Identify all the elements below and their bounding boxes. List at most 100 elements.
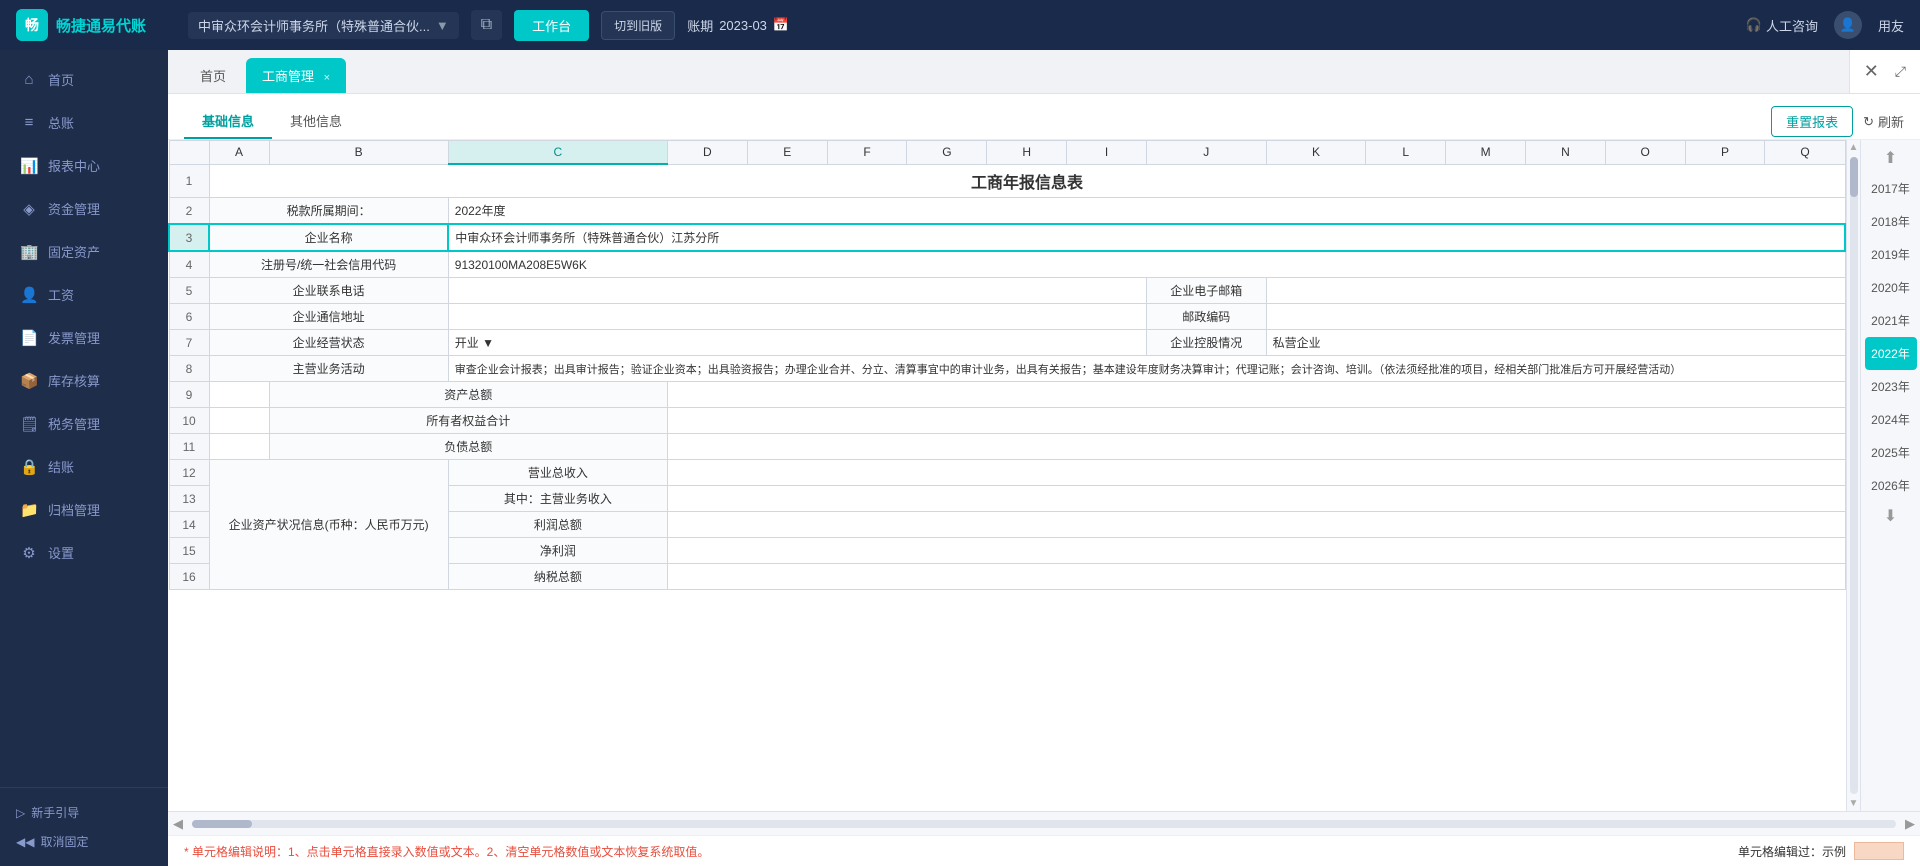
sidebar-item-label: 归档管理 (48, 500, 100, 519)
h-scroll-right-button[interactable]: ▶ (1900, 814, 1920, 834)
equity-value[interactable] (667, 408, 1845, 434)
old-version-button[interactable]: 切到旧版 (601, 11, 675, 40)
support-button[interactable]: 🎧 人工咨询 (1746, 16, 1818, 35)
sidebar-item-archive[interactable]: 📁 归档管理 (0, 488, 168, 531)
sub-tab-actions: 重置报表 ↻ 刷新 (1771, 106, 1904, 137)
sidebar-item-label: 总账 (48, 113, 74, 132)
spreadsheet-container[interactable]: A B C D E F G H I J (168, 140, 1846, 811)
contact-value[interactable] (448, 278, 1146, 304)
biz-status-value[interactable]: 开业 ▼ (448, 330, 1146, 356)
unpin-button[interactable]: ◀◀ 取消固定 (16, 827, 152, 856)
top-bar: 畅 畅捷通易代账 中审众环会计师事务所（特殊普通合伙... ▼ ⧉ 工作台 切到… (0, 0, 1920, 50)
col-header-i: I (1067, 141, 1147, 165)
liab-a (209, 434, 269, 460)
period-value: 2023-03 (719, 18, 767, 33)
profit-total-value[interactable] (667, 512, 1845, 538)
holdings-label: 企业控股情况 (1146, 330, 1266, 356)
year-panel: ⬆ 2017年 2018年 2019年 2020年 2021年 2022年 20… (1860, 140, 1920, 811)
company-name-value[interactable]: 中审众环会计师事务所（特殊普通合伙）江苏分所 (448, 224, 1845, 251)
col-header-d: D (667, 141, 747, 165)
user-label: 用友 (1878, 16, 1904, 35)
sub-tab-other[interactable]: 其他信息 (272, 104, 360, 139)
copy-button[interactable]: ⧉ (471, 10, 502, 40)
col-header-o: O (1605, 141, 1685, 165)
sidebar-item-closing[interactable]: 🔒 结账 (0, 445, 168, 488)
year-item-2022[interactable]: 2022年 (1865, 337, 1917, 370)
app-name: 畅捷通易代账 (56, 15, 146, 36)
sidebar-item-label: 资金管理 (48, 199, 100, 218)
year-scroll-up-button[interactable]: ⬆ (1873, 144, 1909, 172)
revenue-total-value[interactable] (667, 460, 1845, 486)
v-scroll-thumb[interactable] (1850, 157, 1858, 197)
sidebar-item-inventory[interactable]: 📦 库存核算 (0, 359, 168, 402)
year-scroll-down-button[interactable]: ⬇ (1873, 502, 1909, 530)
postal-value[interactable] (1266, 304, 1845, 330)
holdings-value[interactable]: 私营企业 (1266, 330, 1845, 356)
finance-icon: ◈ (20, 200, 38, 218)
liab-value[interactable] (667, 434, 1845, 460)
tax-total-value[interactable] (667, 564, 1845, 590)
year-item-2020[interactable]: 2020年 (1865, 271, 1917, 304)
sidebar-item-finance[interactable]: ◈ 资金管理 (0, 187, 168, 230)
h-scroll-thumb[interactable] (192, 820, 252, 828)
col-header-b: B (269, 141, 448, 165)
content-area: 首页 工商管理 × ✕ ⤢ 基础信息 其他信息 重置报表 (168, 50, 1920, 866)
year-item-2018[interactable]: 2018年 (1865, 205, 1917, 238)
expand-icon[interactable]: ⤢ (1891, 59, 1910, 84)
tab-home[interactable]: 首页 (184, 58, 242, 93)
table-row: 12 企业资产状况信息(币种：人民币万元) 营业总收入 (169, 460, 1845, 486)
sidebar-item-report[interactable]: 📊 报表中心 (0, 144, 168, 187)
year-item-2024[interactable]: 2024年 (1865, 403, 1917, 436)
year-item-2023[interactable]: 2023年 (1865, 370, 1917, 403)
h-scroll-left-button[interactable]: ◀ (168, 814, 188, 834)
col-header-c: C (448, 141, 667, 165)
sidebar-item-settings[interactable]: ⚙ 设置 (0, 531, 168, 574)
assets-value[interactable] (667, 382, 1845, 408)
main-revenue-value[interactable] (667, 486, 1845, 512)
sub-tab-basic[interactable]: 基础信息 (184, 104, 272, 139)
year-item-2019[interactable]: 2019年 (1865, 238, 1917, 271)
reset-table-button[interactable]: 重置报表 (1771, 106, 1853, 137)
main-layout: ⌂ 首页 ≡ 总账 📊 报表中心 ◈ 资金管理 🏢 固定资产 👤 工资 (0, 50, 1920, 866)
email-value[interactable] (1266, 278, 1845, 304)
workbench-button[interactable]: 工作台 (514, 10, 589, 41)
address-value[interactable] (448, 304, 1146, 330)
sidebar-item-invoice[interactable]: 📄 发票管理 (0, 316, 168, 359)
main-biz-value[interactable]: 审查企业会计报表；出具审计报告；验证企业资本；出具验资报告；办理企业合并、分立、… (448, 356, 1845, 382)
net-profit-label: 净利润 (448, 538, 667, 564)
sidebar-item-home[interactable]: ⌂ 首页 (0, 58, 168, 101)
sidebar-item-label: 工资 (48, 285, 74, 304)
refresh-button[interactable]: ↻ 刷新 (1863, 112, 1904, 131)
closing-icon: 🔒 (20, 458, 38, 476)
row-num-16: 16 (169, 564, 209, 590)
year-item-2026[interactable]: 2026年 (1865, 469, 1917, 502)
year-item-2021[interactable]: 2021年 (1865, 304, 1917, 337)
reg-num-value[interactable]: 91320100MA208E5W6K (448, 251, 1845, 278)
tab-business-mgmt[interactable]: 工商管理 × (246, 58, 346, 93)
footer-note-text: * 单元格编辑说明：1、点击单元格直接录入数值或文本。2、清空单元格数值或文本恢… (184, 843, 709, 860)
v-scrollbar[interactable]: ▲ ▼ (1846, 140, 1860, 811)
sidebar-item-ledger[interactable]: ≡ 总账 (0, 101, 168, 144)
sidebar-item-salary[interactable]: 👤 工资 (0, 273, 168, 316)
net-profit-value[interactable] (667, 538, 1845, 564)
company-selector[interactable]: 中审众环会计师事务所（特殊普通合伙... ▼ (188, 12, 459, 39)
sidebar-item-asset[interactable]: 🏢 固定资产 (0, 230, 168, 273)
user-avatar[interactable]: 👤 (1834, 11, 1862, 39)
calendar-icon[interactable]: 📅 (773, 17, 789, 33)
new-user-guide-button[interactable]: ▷ 新手引导 (16, 798, 152, 827)
h-scroll-track[interactable] (192, 820, 1896, 828)
table-title-cell[interactable]: 工商年报信息表 (209, 164, 1845, 198)
table-row: 9 资产总额 (169, 382, 1845, 408)
window-close-icon[interactable]: ✕ (1860, 57, 1883, 86)
example-color-box (1854, 842, 1904, 860)
year-item-2025[interactable]: 2025年 (1865, 436, 1917, 469)
year-item-2017[interactable]: 2017年 (1865, 172, 1917, 205)
tax-period-value[interactable]: 2022年度 (448, 198, 1845, 225)
sidebar-item-label: 设置 (48, 543, 74, 562)
tab-close-icon[interactable]: × (324, 72, 330, 84)
sidebar-item-tax[interactable]: 🗒 税务管理 (0, 402, 168, 445)
scroll-down-icon[interactable]: ▼ (1849, 798, 1859, 809)
tab-bar: 首页 工商管理 × (168, 50, 1849, 93)
scroll-up-icon[interactable]: ▲ (1849, 142, 1859, 153)
col-header-e: E (747, 141, 827, 165)
